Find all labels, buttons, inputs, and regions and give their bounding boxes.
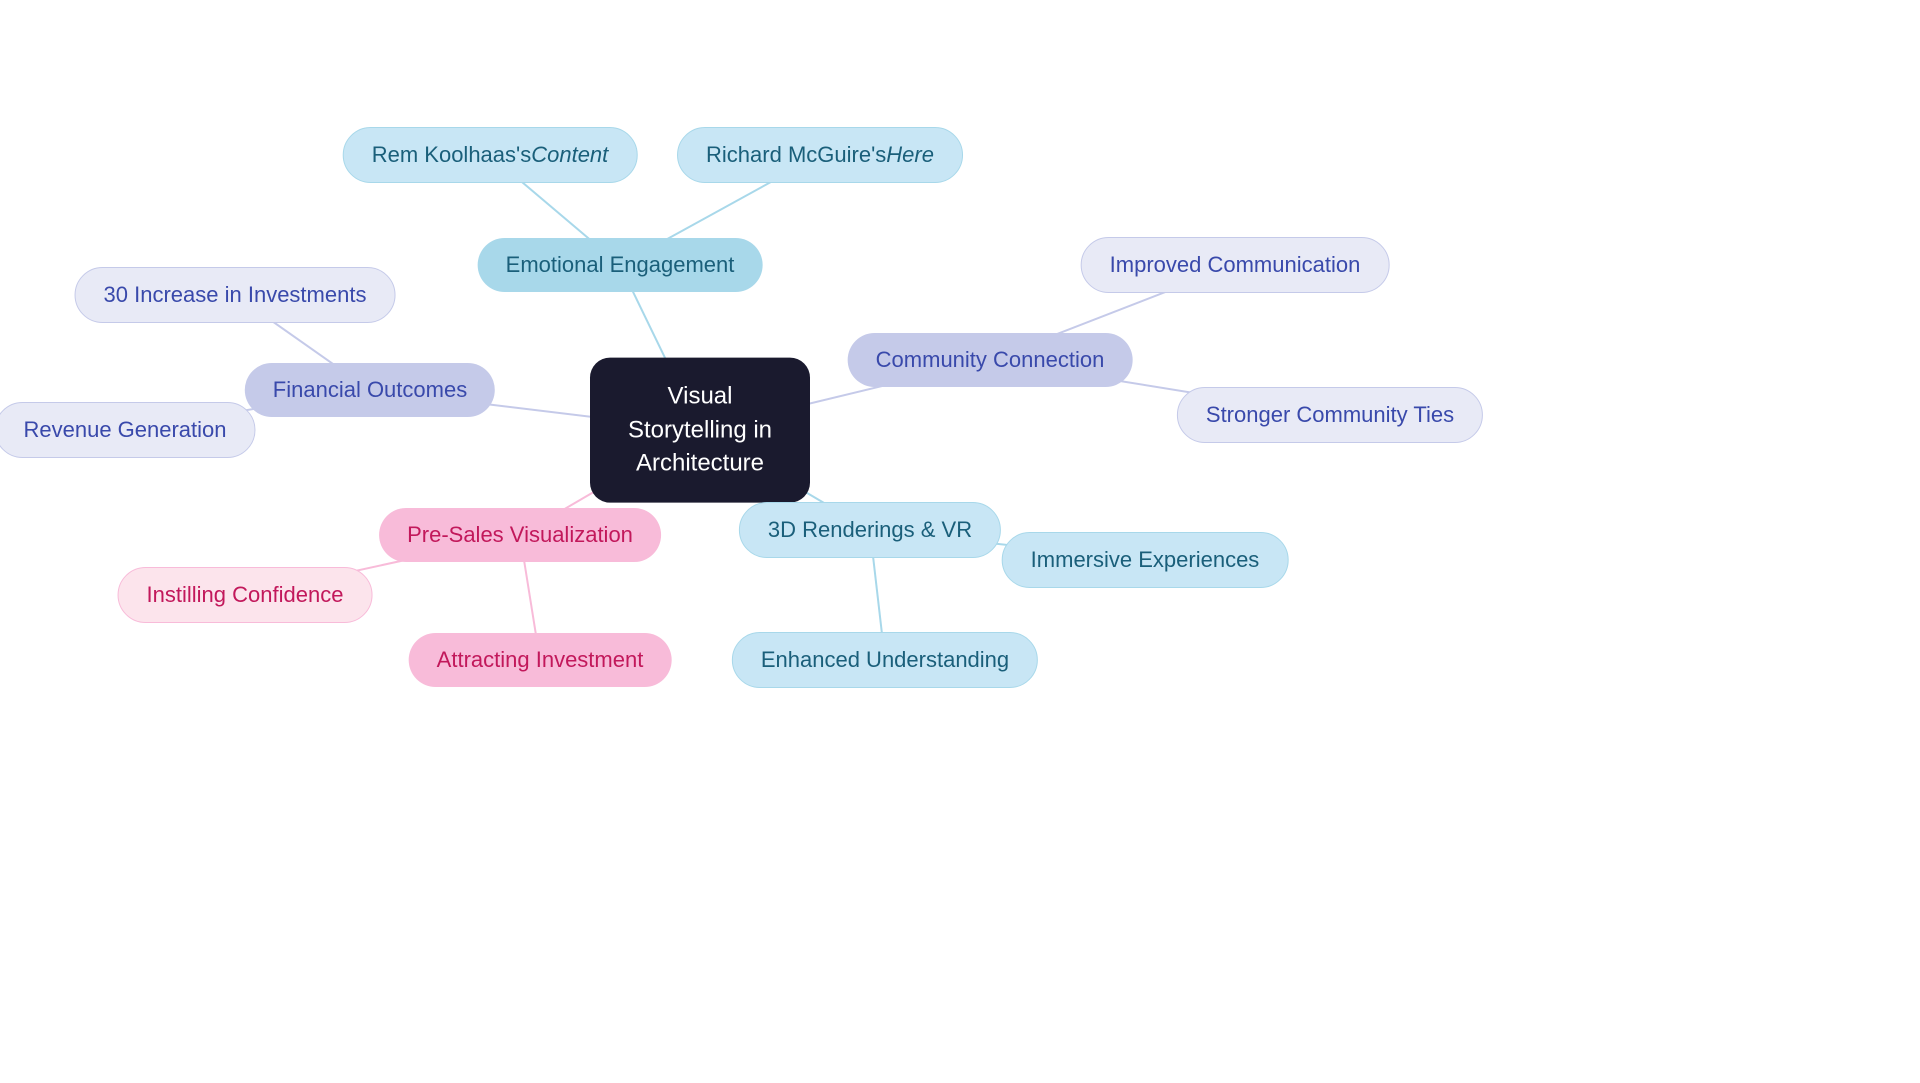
improved-communication-node: Improved Communication — [1081, 237, 1390, 293]
3d-renderings-node: 3D Renderings & VR — [739, 502, 1001, 558]
richard-mcguire-node: Richard McGuire's Here — [677, 127, 963, 183]
center-node: Visual Storytelling in Architecture — [590, 358, 810, 503]
emotional-engagement-node: Emotional Engagement — [478, 238, 763, 292]
attracting-investment-node: Attracting Investment — [409, 633, 672, 687]
mind-map: Visual Storytelling in Architecture Emoti… — [0, 0, 1920, 1083]
financial-outcomes-node: Financial Outcomes — [245, 363, 495, 417]
30-increase-node: 30 Increase in Investments — [75, 267, 396, 323]
immersive-experiences-node: Immersive Experiences — [1002, 532, 1289, 588]
community-connection-node: Community Connection — [848, 333, 1133, 387]
enhanced-understanding-node: Enhanced Understanding — [732, 632, 1038, 688]
revenue-generation-node: Revenue Generation — [0, 402, 256, 458]
rem-koolhaas-node: Rem Koolhaas's Content — [343, 127, 638, 183]
instilling-confidence-node: Instilling Confidence — [118, 567, 373, 623]
pre-sales-node: Pre-Sales Visualization — [379, 508, 661, 562]
stronger-community-node: Stronger Community Ties — [1177, 387, 1483, 443]
